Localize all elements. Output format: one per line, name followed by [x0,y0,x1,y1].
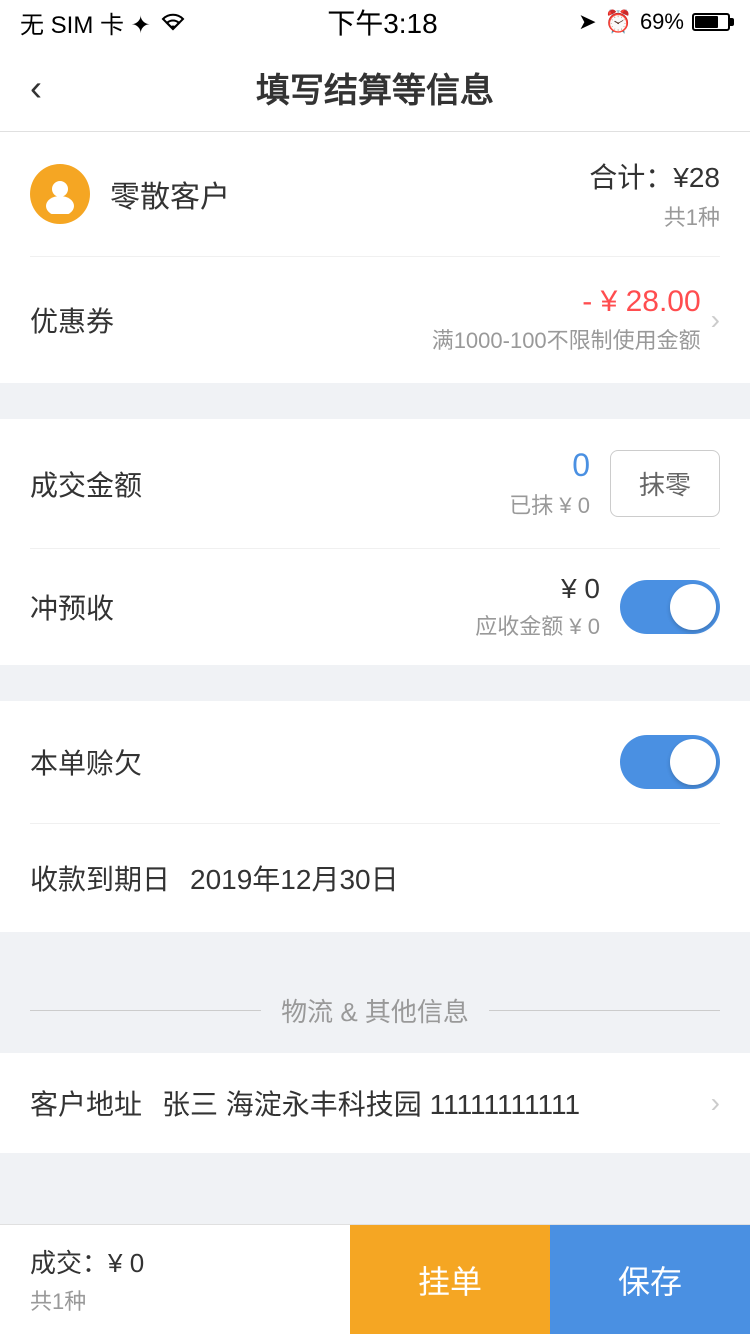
address-label: 客户地址 [30,1083,142,1123]
sim-label: 无 SIM 卡 ✦ [20,5,151,40]
section-gap-3 [0,948,750,968]
alarm-icon: ⏰ [605,9,632,35]
deal-right: 0 已抹 ¥ 0 抹零 [509,447,720,520]
address-chevron-icon: › [711,1087,720,1119]
prereceive-amount: ¥ 0 [475,573,600,605]
deal-erased: 已抹 ¥ 0 [509,488,590,520]
customer-left: 零散客户 [30,164,230,224]
battery-percent: 69% [640,9,684,35]
status-left: 无 SIM 卡 ✦ [20,5,187,40]
debt-section: 本单赊欠 收款到期日 2019年12月30日 [0,701,750,932]
duedate-label: 收款到期日 [30,858,170,898]
status-right: ➤ ⏰ 69% [578,9,730,35]
address-section: 客户地址 张三 海淀永丰科技园 11111111111 › [0,1053,750,1153]
content: 零散客户 合计：¥28 共1种 优惠券 - ¥ 28.00 满1000-100不… [0,132,750,1289]
deal-amount-wrap: 0 已抹 ¥ 0 [509,447,590,520]
bottom-deal-label: 成交： [30,1248,108,1278]
avatar [30,164,90,224]
avatar-icon [40,174,80,214]
customer-section: 零散客户 合计：¥28 共1种 优惠券 - ¥ 28.00 满1000-100不… [0,132,750,383]
deal-amount: 0 [509,447,590,484]
address-value: 张三 海淀永丰科技园 11111111111 [162,1083,701,1123]
hold-button[interactable]: 挂单 [350,1225,550,1334]
coupon-desc: 满1000-100不限制使用金额 [432,323,701,355]
deal-row: 成交金额 0 已抹 ¥ 0 抹零 [0,419,750,548]
back-button[interactable]: ‹ [30,67,42,109]
debt-row: 本单赊欠 [0,701,750,823]
chevron-right-icon: › [711,304,720,336]
save-button[interactable]: 保存 [550,1225,750,1334]
prereceive-right: ¥ 0 应收金额 ¥ 0 [475,573,720,641]
coupon-amount: - ¥ 28.00 [432,285,701,319]
bottom-count: 共1种 [30,1284,320,1316]
prereceive-info: ¥ 0 应收金额 ¥ 0 [475,573,600,641]
section-gap-1 [0,399,750,419]
deal-section: 成交金额 0 已抹 ¥ 0 抹零 冲预收 ¥ 0 应收金额 ¥ 0 [0,419,750,665]
page-title: 填写结算等信息 [256,63,494,112]
logistics-header: 物流 & 其他信息 [0,968,750,1053]
bottom-deal-value: ¥ 0 [108,1248,144,1278]
duedate-row: 收款到期日 2019年12月30日 [0,824,750,932]
bottom-deal-line: 成交：¥ 0 [30,1243,320,1280]
wifi-icon [159,11,187,33]
status-bar: 无 SIM 卡 ✦ 下午3:18 ➤ ⏰ 69% [0,0,750,44]
round-zero-button[interactable]: 抹零 [610,450,720,517]
bottom-summary: 成交：¥ 0 共1种 [0,1243,350,1316]
prereceive-toggle[interactable] [620,580,720,634]
section-gap-2 [0,681,750,701]
toggle-knob [670,584,716,630]
coupon-row[interactable]: 优惠券 - ¥ 28.00 满1000-100不限制使用金额 › [0,257,750,383]
prereceive-label: 冲预收 [30,587,114,627]
prereceive-row: 冲预收 ¥ 0 应收金额 ¥ 0 [0,549,750,665]
customer-count: 共1种 [589,200,720,232]
coupon-right: - ¥ 28.00 满1000-100不限制使用金额 › [432,285,720,355]
deal-label: 成交金额 [30,464,142,504]
customer-right: 合计：¥28 共1种 [589,156,720,232]
debt-toggle-knob [670,739,716,785]
status-time: 下午3:18 [327,2,438,42]
battery-icon [692,13,730,31]
duedate-value: 2019年12月30日 [190,858,399,898]
debt-toggle[interactable] [620,735,720,789]
prereceive-receivable: 应收金额 ¥ 0 [475,609,600,641]
nav-bar: ‹ 填写结算等信息 [0,44,750,132]
customer-total: 合计：¥28 [589,156,720,196]
logistics-line-right [489,1010,720,1011]
coupon-info: - ¥ 28.00 满1000-100不限制使用金额 [432,285,701,355]
location-icon: ➤ [578,9,596,35]
customer-row: 零散客户 合计：¥28 共1种 [0,132,750,256]
bottom-bar: 成交：¥ 0 共1种 挂单 保存 [0,1224,750,1334]
logistics-line-left [30,1010,261,1011]
coupon-label: 优惠券 [30,300,114,340]
logistics-text: 物流 & 其他信息 [261,992,489,1029]
debt-label: 本单赊欠 [30,742,142,782]
customer-name: 零散客户 [110,172,230,216]
address-row[interactable]: 客户地址 张三 海淀永丰科技园 11111111111 › [0,1053,750,1153]
